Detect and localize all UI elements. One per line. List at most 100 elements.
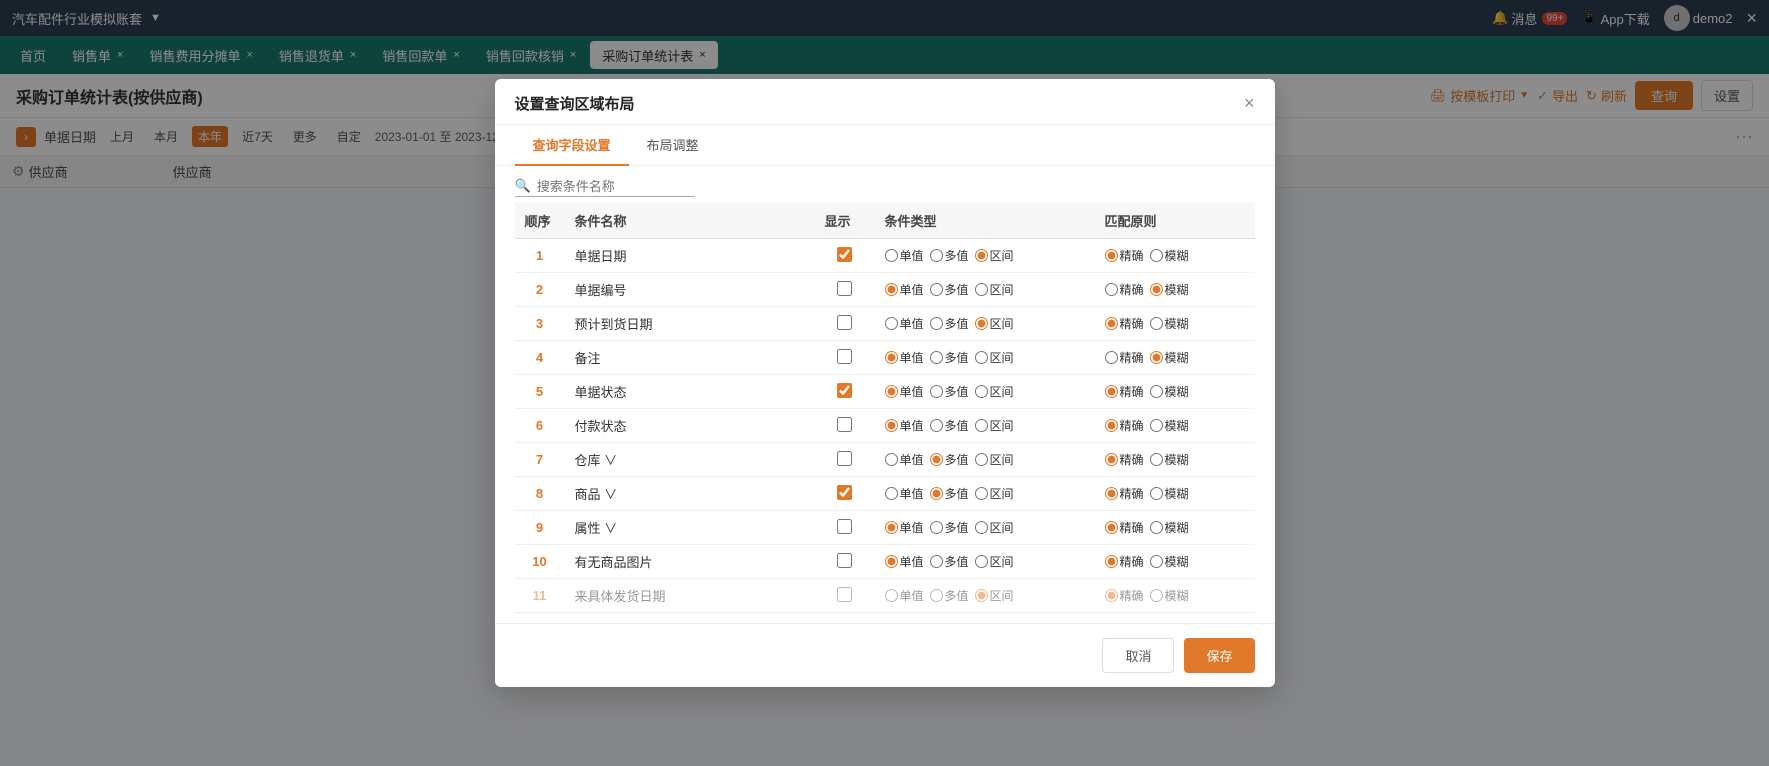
rule-radio-label[interactable]: 模糊 [1150, 417, 1189, 434]
rule-radio[interactable] [1105, 351, 1118, 364]
rule-radio[interactable] [1105, 453, 1118, 466]
rule-radio-label[interactable]: 模糊 [1150, 519, 1189, 536]
rule-radio-label[interactable]: 模糊 [1150, 349, 1189, 366]
rule-radio[interactable] [1105, 317, 1118, 330]
type-radio-label[interactable]: 多值 [930, 519, 969, 536]
modal-close-button[interactable]: × [1244, 93, 1255, 114]
rule-radio[interactable] [1150, 487, 1163, 500]
rule-radio-label[interactable]: 精确 [1105, 485, 1144, 502]
row-show-checkbox[interactable] [837, 383, 852, 398]
rule-radio-label[interactable]: 精确 [1105, 315, 1144, 332]
row-show-checkbox[interactable] [837, 417, 852, 432]
rule-radio-label[interactable]: 模糊 [1150, 553, 1189, 570]
type-radio[interactable] [885, 317, 898, 330]
type-radio-label[interactable]: 多值 [930, 315, 969, 332]
type-radio[interactable] [975, 555, 988, 568]
rule-radio-label[interactable]: 模糊 [1150, 485, 1189, 502]
type-radio[interactable] [885, 419, 898, 432]
type-radio-label[interactable]: 多值 [930, 587, 969, 604]
type-radio-label[interactable]: 区间 [975, 417, 1014, 434]
type-radio[interactable] [975, 487, 988, 500]
type-radio[interactable] [930, 317, 943, 330]
type-radio-label[interactable]: 区间 [975, 383, 1014, 400]
rule-radio[interactable] [1105, 419, 1118, 432]
rule-radio[interactable] [1150, 555, 1163, 568]
type-radio-label[interactable]: 区间 [975, 315, 1014, 332]
rule-radio-label[interactable]: 模糊 [1150, 281, 1189, 298]
rule-radio-label[interactable]: 模糊 [1150, 315, 1189, 332]
rule-radio-label[interactable]: 精确 [1105, 417, 1144, 434]
rule-radio-label[interactable]: 精确 [1105, 519, 1144, 536]
type-radio[interactable] [885, 351, 898, 364]
rule-radio[interactable] [1105, 249, 1118, 262]
type-radio-label[interactable]: 单值 [885, 281, 924, 298]
type-radio[interactable] [885, 283, 898, 296]
type-radio[interactable] [885, 521, 898, 534]
row-show-checkbox[interactable] [837, 451, 852, 466]
type-radio-label[interactable]: 单值 [885, 485, 924, 502]
rule-radio[interactable] [1150, 351, 1163, 364]
row-show-checkbox[interactable] [837, 315, 852, 330]
rule-radio[interactable] [1150, 453, 1163, 466]
type-radio-label[interactable]: 区间 [975, 247, 1014, 264]
rule-radio-label[interactable]: 精确 [1105, 587, 1144, 604]
type-radio-label[interactable]: 区间 [975, 485, 1014, 502]
type-radio-label[interactable]: 多值 [930, 451, 969, 468]
type-radio-label[interactable]: 多值 [930, 485, 969, 502]
type-radio[interactable] [930, 589, 943, 602]
type-radio[interactable] [930, 521, 943, 534]
rule-radio[interactable] [1150, 521, 1163, 534]
row-show-checkbox[interactable] [837, 519, 852, 534]
type-radio[interactable] [975, 453, 988, 466]
rule-radio[interactable] [1150, 589, 1163, 602]
type-radio[interactable] [975, 249, 988, 262]
rule-radio-label[interactable]: 精确 [1105, 349, 1144, 366]
type-radio[interactable] [975, 589, 988, 602]
type-radio[interactable] [885, 453, 898, 466]
type-radio-label[interactable]: 单值 [885, 383, 924, 400]
tab-layout[interactable]: 布局调整 [629, 125, 717, 166]
type-radio-label[interactable]: 区间 [975, 587, 1014, 604]
row-show-checkbox[interactable] [837, 281, 852, 296]
type-radio[interactable] [930, 487, 943, 500]
type-radio-label[interactable]: 多值 [930, 247, 969, 264]
type-radio-label[interactable]: 单值 [885, 315, 924, 332]
row-show-checkbox[interactable] [837, 247, 852, 262]
rule-radio[interactable] [1105, 589, 1118, 602]
type-radio[interactable] [885, 555, 898, 568]
rule-radio-label[interactable]: 精确 [1105, 553, 1144, 570]
type-radio[interactable] [885, 589, 898, 602]
type-radio[interactable] [930, 555, 943, 568]
type-radio[interactable] [975, 351, 988, 364]
type-radio-label[interactable]: 单值 [885, 417, 924, 434]
type-radio-label[interactable]: 单值 [885, 451, 924, 468]
type-radio-label[interactable]: 单值 [885, 587, 924, 604]
rule-radio[interactable] [1150, 249, 1163, 262]
type-radio[interactable] [930, 453, 943, 466]
type-radio-label[interactable]: 多值 [930, 281, 969, 298]
rule-radio-label[interactable]: 精确 [1105, 383, 1144, 400]
type-radio-label[interactable]: 区间 [975, 519, 1014, 536]
rule-radio-label[interactable]: 模糊 [1150, 383, 1189, 400]
rule-radio-label[interactable]: 精确 [1105, 451, 1144, 468]
rule-radio[interactable] [1105, 555, 1118, 568]
rule-radio[interactable] [1105, 385, 1118, 398]
type-radio[interactable] [930, 351, 943, 364]
save-button[interactable]: 保存 [1184, 638, 1254, 673]
row-show-checkbox[interactable] [837, 349, 852, 364]
rule-radio[interactable] [1105, 487, 1118, 500]
rule-radio-label[interactable]: 模糊 [1150, 587, 1189, 604]
type-radio[interactable] [885, 385, 898, 398]
rule-radio-label[interactable]: 精确 [1105, 281, 1144, 298]
rule-radio-label[interactable]: 模糊 [1150, 247, 1189, 264]
type-radio[interactable] [930, 419, 943, 432]
type-radio-label[interactable]: 区间 [975, 553, 1014, 570]
type-radio[interactable] [930, 283, 943, 296]
search-input[interactable] [537, 179, 687, 194]
type-radio[interactable] [975, 385, 988, 398]
rule-radio[interactable] [1150, 317, 1163, 330]
row-show-checkbox[interactable] [837, 587, 852, 602]
type-radio[interactable] [885, 249, 898, 262]
type-radio[interactable] [975, 317, 988, 330]
type-radio[interactable] [975, 521, 988, 534]
